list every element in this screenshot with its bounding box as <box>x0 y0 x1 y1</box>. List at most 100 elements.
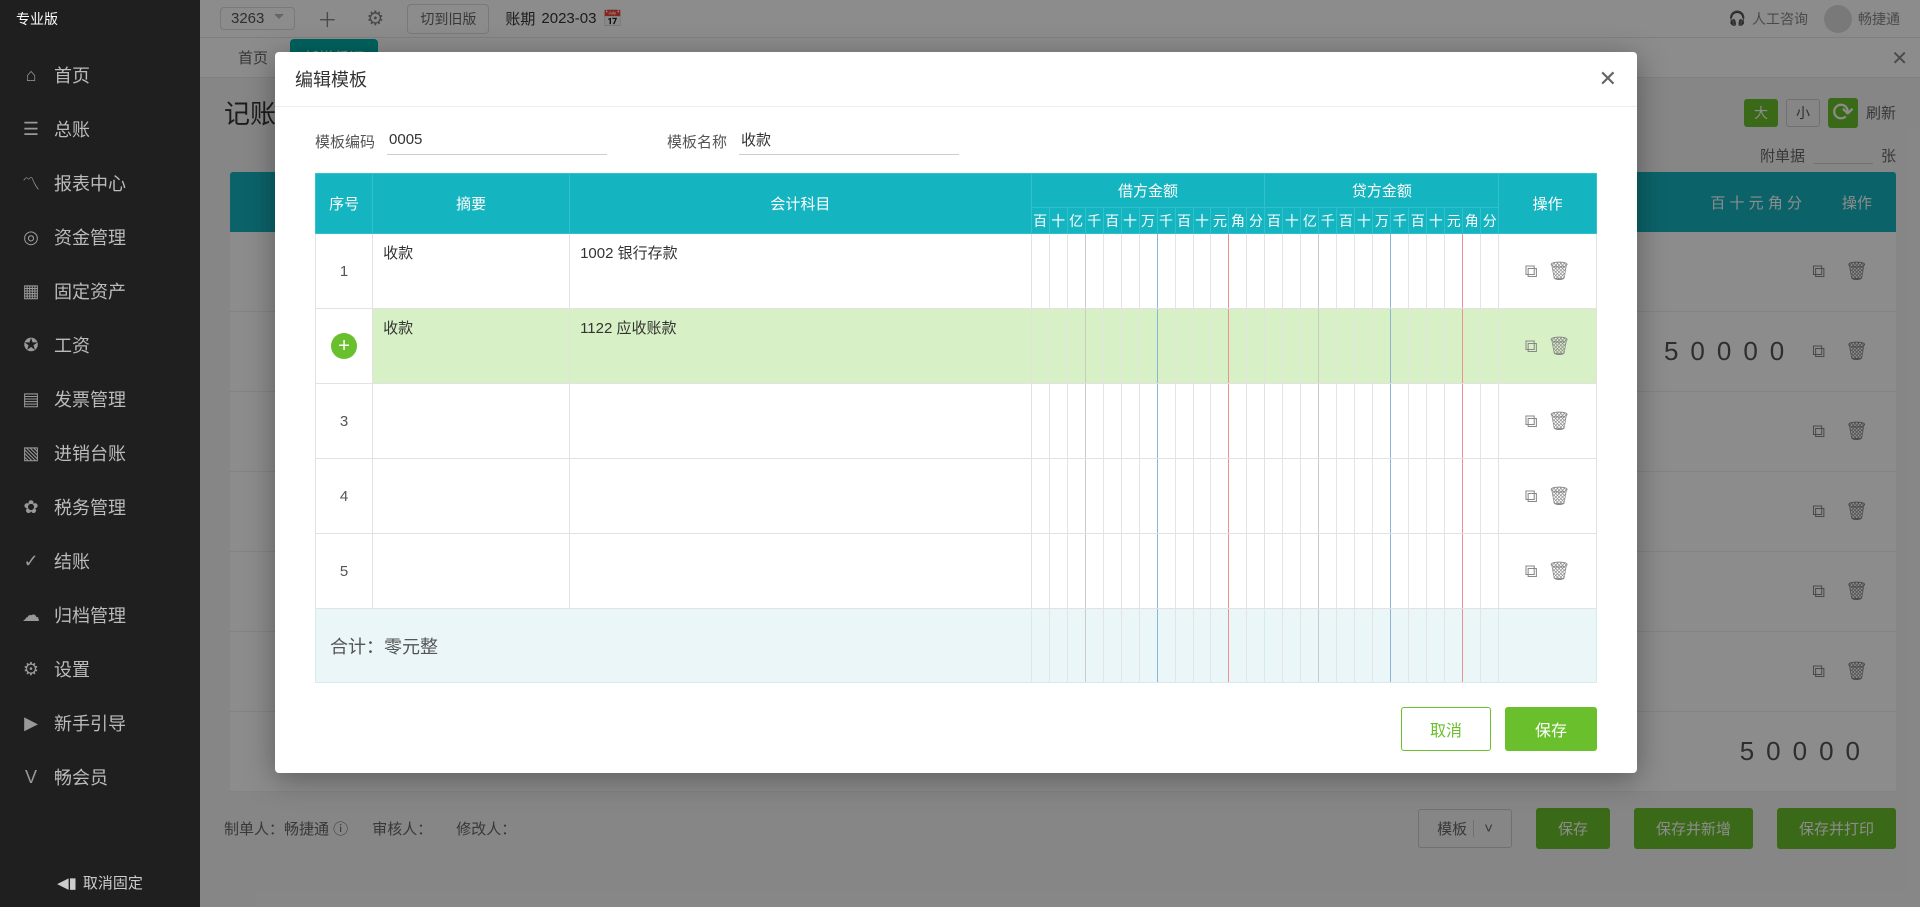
sidebar-item-label: 结账 <box>54 548 90 574</box>
digit-header: 百 <box>1409 208 1427 234</box>
cell-credit[interactable] <box>1265 459 1499 534</box>
sidebar-icon: ⚙ <box>20 659 42 680</box>
digit-header: 元 <box>1211 208 1229 234</box>
sidebar-item-1[interactable]: ☰总账 <box>0 102 200 156</box>
sidebar-item-0[interactable]: ⌂首页 <box>0 48 200 102</box>
sidebar-item-10[interactable]: ☁归档管理 <box>0 588 200 642</box>
table-row[interactable]: 4⧉🗑 <box>316 459 1597 534</box>
row-copy-icon[interactable]: ⧉ <box>1525 411 1538 431</box>
sidebar-icon: ▧ <box>20 443 42 464</box>
template-code-input[interactable] <box>387 127 607 155</box>
sidebar-item-label: 设置 <box>54 656 90 682</box>
row-delete-icon[interactable]: 🗑 <box>1548 486 1571 506</box>
cell-seq: 4 <box>316 459 373 534</box>
sidebar-item-label: 报表中心 <box>54 170 126 196</box>
sidebar-item-3[interactable]: ◎资金管理 <box>0 210 200 264</box>
sidebar-item-5[interactable]: ✪工资 <box>0 318 200 372</box>
table-row[interactable]: +收款1122 应收账款⧉🗑 <box>316 309 1597 384</box>
digit-header: 万 <box>1139 208 1157 234</box>
th-debit: 借方金额 <box>1031 174 1265 208</box>
sidebar-item-7[interactable]: ▧ 进销台账 <box>0 426 200 480</box>
digit-header: 角 <box>1463 208 1481 234</box>
th-credit: 贷方金额 <box>1265 174 1499 208</box>
sidebar-item-2[interactable]: 〽报表中心 <box>0 156 200 210</box>
cell-summary[interactable] <box>373 384 570 459</box>
cell-summary[interactable] <box>373 459 570 534</box>
row-copy-icon[interactable]: ⧉ <box>1525 336 1538 356</box>
cancel-button[interactable]: 取消 <box>1401 707 1491 751</box>
table-row[interactable]: 1收款1002 银行存款⧉🗑 <box>316 234 1597 309</box>
cell-summary[interactable] <box>373 534 570 609</box>
th-subject: 会计科目 <box>570 174 1032 234</box>
sidebar-item-8[interactable]: ✿税务管理 <box>0 480 200 534</box>
sidebar-icon: ▶ <box>20 713 42 734</box>
unpin-button[interactable]: ◀▮ 取消固定 <box>0 858 200 907</box>
row-delete-icon[interactable]: 🗑 <box>1548 561 1571 581</box>
cell-debit[interactable] <box>1031 309 1265 384</box>
row-copy-icon[interactable]: ⧉ <box>1525 561 1538 581</box>
sidebar-icon: ✓ <box>20 551 42 572</box>
sidebar-item-9[interactable]: ✓ 结账 <box>0 534 200 588</box>
th-summary: 摘要 <box>373 174 570 234</box>
th-seq: 序号 <box>316 174 373 234</box>
row-copy-icon[interactable]: ⧉ <box>1525 486 1538 506</box>
sidebar-item-4[interactable]: ▦固定资产 <box>0 264 200 318</box>
modal-footer: 取消 保存 <box>275 693 1637 773</box>
cell-credit[interactable] <box>1265 309 1499 384</box>
modal-title: 编辑模板 <box>295 66 367 92</box>
table-row[interactable]: 3⧉🗑 <box>316 384 1597 459</box>
sidebar-item-label: 总账 <box>54 116 90 142</box>
sidebar-item-label: 工资 <box>54 332 90 358</box>
cell-seq: + <box>316 309 373 384</box>
modal-header: 编辑模板 ✕ <box>275 52 1637 107</box>
cell-debit[interactable] <box>1031 459 1265 534</box>
cell-op: ⧉🗑 <box>1499 309 1597 384</box>
add-row-button[interactable]: + <box>331 333 357 359</box>
digit-header: 元 <box>1445 208 1463 234</box>
digit-header: 分 <box>1247 208 1265 234</box>
row-delete-icon[interactable]: 🗑 <box>1548 336 1571 356</box>
digit-header: 十 <box>1427 208 1445 234</box>
cell-debit[interactable] <box>1031 384 1265 459</box>
cell-subject[interactable]: 1002 银行存款 <box>570 234 1032 309</box>
cell-op: ⧉🗑 <box>1499 459 1597 534</box>
digit-header: 亿 <box>1301 208 1319 234</box>
digit-header: 千 <box>1319 208 1337 234</box>
save-button[interactable]: 保存 <box>1505 707 1597 751</box>
sidebar-item-11[interactable]: ⚙ 设置 <box>0 642 200 696</box>
sidebar-item-label: 进销台账 <box>54 440 126 466</box>
digit-header: 亿 <box>1067 208 1085 234</box>
digit-header: 十 <box>1121 208 1139 234</box>
row-delete-icon[interactable]: 🗑 <box>1548 261 1571 281</box>
row-delete-icon[interactable]: 🗑 <box>1548 411 1571 431</box>
cell-credit[interactable] <box>1265 534 1499 609</box>
sidebar-icon: ⌂ <box>20 65 42 86</box>
digit-header: 万 <box>1373 208 1391 234</box>
sidebar-menu: ⌂首页☰总账〽报表中心◎资金管理▦固定资产✪工资▤发票管理▧进销台账✿税务管理✓… <box>0 38 200 858</box>
cell-summary[interactable]: 收款 <box>373 309 570 384</box>
sidebar-item-label: 新手引导 <box>54 710 126 736</box>
sidebar-icon: ✿ <box>20 497 42 518</box>
table-row[interactable]: 5⧉🗑 <box>316 534 1597 609</box>
cell-credit[interactable] <box>1265 234 1499 309</box>
th-op: 操作 <box>1499 174 1597 234</box>
cell-summary[interactable]: 收款 <box>373 234 570 309</box>
template-name-label: 模板名称 <box>667 131 727 152</box>
cell-credit[interactable] <box>1265 384 1499 459</box>
sidebar-item-12[interactable]: ▶ 新手引导 <box>0 696 200 750</box>
cell-subject[interactable] <box>570 459 1032 534</box>
cell-subject[interactable] <box>570 384 1032 459</box>
pin-icon: ◀▮ <box>57 874 77 892</box>
close-icon[interactable]: ✕ <box>1599 66 1617 92</box>
cell-subject[interactable] <box>570 534 1032 609</box>
cell-debit[interactable] <box>1031 234 1265 309</box>
sidebar-item-13[interactable]: V畅会员 <box>0 750 200 804</box>
digit-header: 百 <box>1103 208 1121 234</box>
digit-header: 百 <box>1175 208 1193 234</box>
row-copy-icon[interactable]: ⧉ <box>1525 261 1538 281</box>
digit-header: 千 <box>1085 208 1103 234</box>
cell-subject[interactable]: 1122 应收账款 <box>570 309 1032 384</box>
cell-debit[interactable] <box>1031 534 1265 609</box>
sidebar-item-6[interactable]: ▤发票管理 <box>0 372 200 426</box>
template-name-input[interactable] <box>739 127 959 155</box>
